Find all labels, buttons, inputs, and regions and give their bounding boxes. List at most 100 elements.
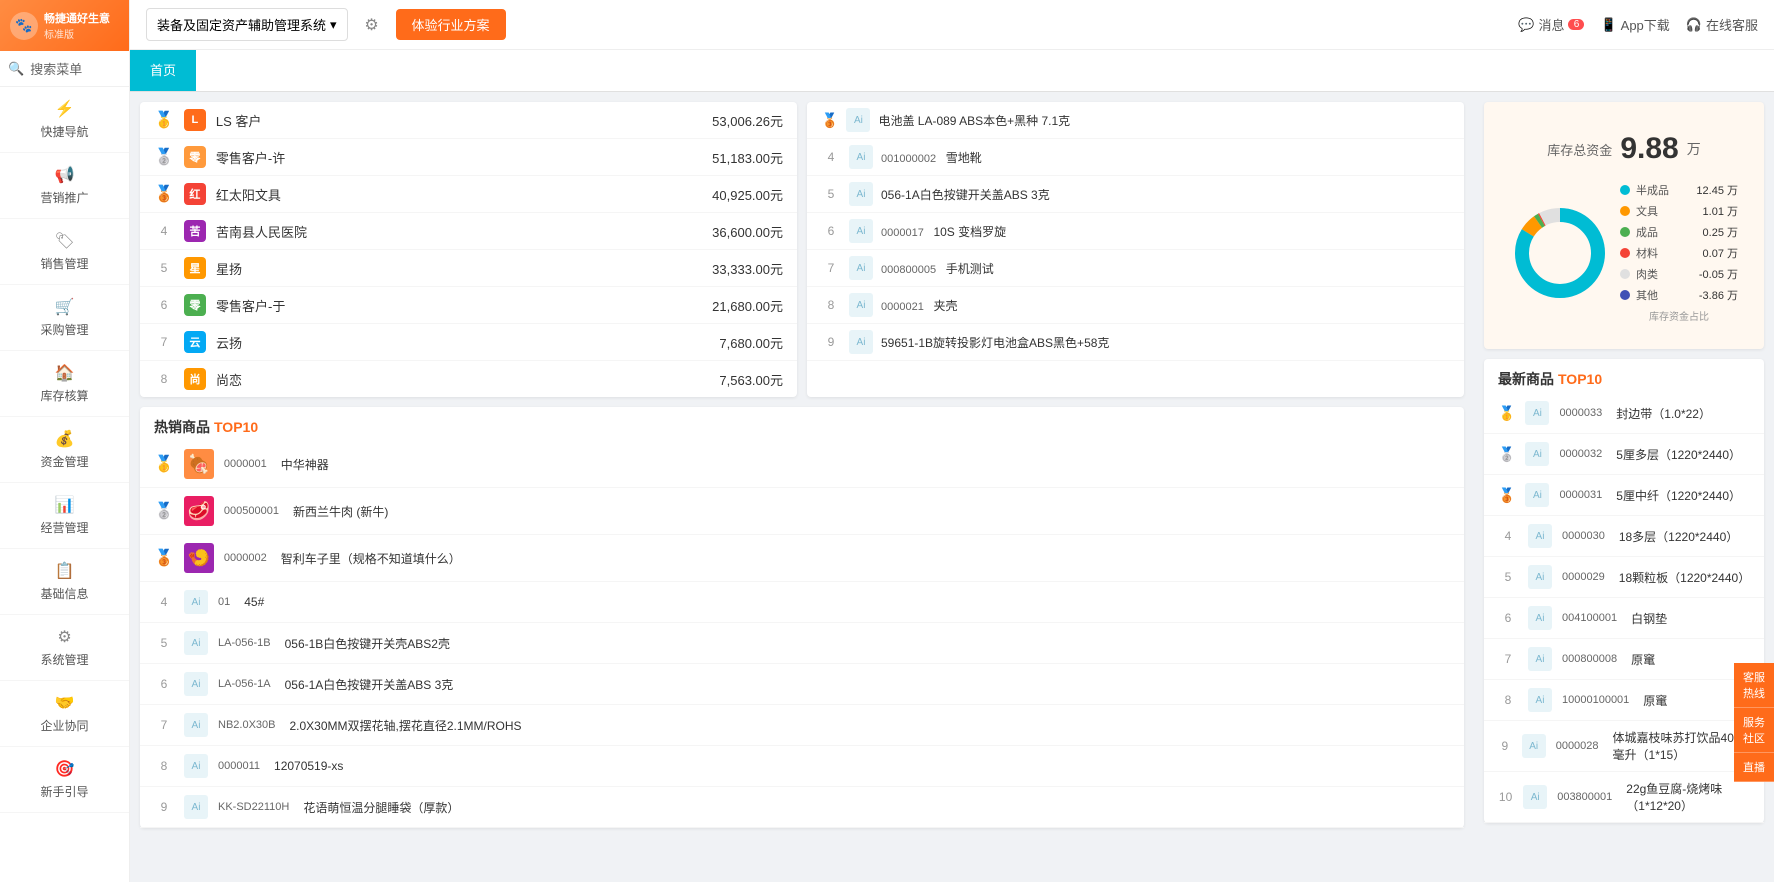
customer-badge: 星 (184, 257, 206, 279)
product-code: 0000001 (224, 458, 267, 470)
donut-chart-container: 半成品 12.45 万 文具 1.01 万 成品 0.25 万 (1500, 172, 1748, 333)
product-row: 5 Ai 056-1A白色按键开关盖ABS 3克 (807, 176, 1464, 213)
experience-button[interactable]: 体验行业方案 (396, 9, 506, 40)
product-name: 056-1B白色按键开关壳ABS2壳 (285, 635, 450, 652)
rank-icon: 🥉 (821, 112, 838, 129)
legend-item-meat: 肉类 -0.05 万 (1620, 266, 1738, 282)
top-customers-card: 🥇 L LS 客户 53,006.26元 🥈 零 零售客户-许 51,183.0… (140, 102, 797, 397)
newest-product-row: 7 Ai 000800008 原竃 (1484, 639, 1764, 680)
newest-product-row: 5 Ai 0000029 18颗粒板（1220*2440） (1484, 557, 1764, 598)
sidebar-item-label: 企业协同 (40, 717, 88, 734)
product-row: 7 Ai 000800005 手机测试 (807, 250, 1464, 287)
legend-color (1620, 227, 1630, 237)
legend-value: 0.07 万 (1703, 245, 1738, 261)
sidebar-item-sales[interactable]: 🏷 销售管理 (0, 219, 129, 285)
logo-icon: 🐾 (10, 12, 38, 40)
customer-name: 苦南县人民医院 (216, 222, 702, 241)
float-btn-service[interactable]: 客服 热线 (1734, 663, 1774, 708)
sidebar-item-collab[interactable]: 🤝 企业协同 (0, 681, 129, 747)
rank-number: 5 (154, 261, 174, 275)
system-selector[interactable]: 装备及固定资产辅助管理系统 ▾ (146, 8, 348, 41)
product-code: NB2.0X30B (218, 719, 275, 731)
rank-medal-icon: 🥉 (154, 548, 174, 568)
hot-product-row: 6 Ai LA-056-1A 056-1A白色按键开关盖ABS 3克 (140, 664, 1464, 705)
product-name: 22g鱼豆腐-烧烤味（1*12*20） (1626, 780, 1750, 814)
product-image: Ai (184, 795, 208, 819)
sidebar-item-label: 库存核算 (40, 387, 88, 404)
product-code: 0000030 (1562, 530, 1605, 542)
customer-name: LS 客户 (216, 111, 702, 130)
sidebar-item-inventory[interactable]: 🏠 库存核算 (0, 351, 129, 417)
quick-nav-icon: ⚡ (55, 99, 75, 119)
product-name: 45# (244, 595, 264, 609)
rank-number: 5 (1498, 570, 1518, 584)
product-name: 花语萌恒温分腿睡袋（厚款） (303, 799, 459, 816)
settings-button[interactable]: ⚙ (358, 11, 386, 39)
sidebar-item-label: 营销推广 (40, 189, 88, 206)
product-info: 000800005 手机测试 (881, 260, 1450, 277)
customer-amount: 36,600.00元 (712, 222, 783, 241)
guide-icon: 🎯 (55, 759, 75, 779)
product-image: Ai (849, 219, 873, 243)
hot-product-row: 9 Ai KK-SD22110H 花语萌恒温分腿睡袋（厚款） (140, 787, 1464, 828)
inventory-footer: 库存资金占比 (1620, 308, 1738, 323)
sidebar-item-basic-info[interactable]: 📋 基础信息 (0, 549, 129, 615)
sidebar-item-finance[interactable]: 💰 资金管理 (0, 417, 129, 483)
product-image: Ai (184, 672, 208, 696)
hot-products-header: 热销商品 TOP10 (140, 407, 1464, 441)
topbar: 装备及固定资产辅助管理系统 ▾ ⚙ 体验行业方案 💬 消息 6 📱 App下载 … (130, 0, 1774, 50)
sidebar-item-operations[interactable]: 📊 经营管理 (0, 483, 129, 549)
logo: 🐾 畅捷通好生意 标准版 (0, 0, 129, 51)
rank-medal-icon: 🥈 (154, 501, 174, 521)
system-name: 装备及固定资产辅助管理系统 (157, 15, 326, 34)
float-btn-live[interactable]: 直播 (1734, 753, 1774, 782)
product-info: 电池盖 LA-089 ABS本色+黑种 7.1克 (878, 112, 1450, 129)
product-code: LA-056-1A (218, 678, 271, 690)
online-service-button[interactable]: 🎧 在线客服 (1686, 15, 1758, 34)
sidebar-item-marketing[interactable]: 📢 营销推广 (0, 153, 129, 219)
sidebar-item-guide[interactable]: 🎯 新手引导 (0, 747, 129, 813)
app-download-button[interactable]: 📱 App下载 (1600, 15, 1669, 34)
legend-value: 1.01 万 (1703, 203, 1738, 219)
product-name: 原竃 (1643, 692, 1667, 709)
inventory-total-card: 库存总资金 9.88 万 (1484, 102, 1764, 349)
product-image: Ai (1525, 442, 1549, 466)
tab-home[interactable]: 首页 (130, 50, 196, 91)
product-row: 4 Ai 001000002 雪地靴 (807, 139, 1464, 176)
sidebar-item-system[interactable]: ⚙ 系统管理 (0, 615, 129, 681)
newest-product-row: 10 Ai 003800001 22g鱼豆腐-烧烤味（1*12*20） (1484, 772, 1764, 823)
sidebar-item-label: 系统管理 (40, 651, 88, 668)
logo-text: 畅捷通好生意 (44, 10, 110, 26)
rank-number: 4 (154, 224, 174, 238)
product-code: 01 (218, 596, 230, 608)
search-menu[interactable]: 🔍 搜索菜单 (0, 51, 129, 87)
rank-number: 7 (154, 718, 174, 732)
content-right: 库存总资金 9.88 万 (1474, 92, 1774, 882)
hot-product-row: 5 Ai LA-056-1B 056-1B白色按键开关壳ABS2壳 (140, 623, 1464, 664)
sales-icon: 🏷 (55, 231, 75, 251)
product-name: 5厘多层（1220*2440） (1616, 446, 1741, 463)
message-button[interactable]: 💬 消息 6 (1518, 15, 1584, 34)
rank-number: 8 (154, 759, 174, 773)
rank-number: 7 (154, 335, 174, 349)
product-row: 8 Ai 0000021 夹壳 (807, 287, 1464, 324)
newest-product-row: 🥈 Ai 0000032 5厘多层（1220*2440） (1484, 434, 1764, 475)
legend-item-material: 材料 0.07 万 (1620, 245, 1738, 261)
sidebar-item-quick-nav[interactable]: ⚡ 快捷导航 (0, 87, 129, 153)
customer-row: 4 苦 苦南县人民医院 36,600.00元 (140, 213, 797, 250)
legend-color (1620, 206, 1630, 216)
hot-product-row: 🥈 🥩 000500001 新西兰牛肉 (新牛) (140, 488, 1464, 535)
float-btn-label: 服务 社区 (1738, 714, 1770, 746)
hot-product-row: 🥉 🍤 0000002 智利车子里（规格不知道填什么） (140, 535, 1464, 582)
product-full: 056-1A白色按键开关盖ABS 3克 (881, 186, 1450, 203)
product-rows: 🥉 Ai 电池盖 LA-089 ABS本色+黑种 7.1克 4 Ai 00100… (807, 102, 1464, 361)
product-photo: 🍤 (184, 543, 214, 573)
sidebar-item-purchase[interactable]: 🛒 采购管理 (0, 285, 129, 351)
rank-number: 4 (1498, 529, 1518, 543)
hot-product-row: 4 Ai 01 45# (140, 582, 1464, 623)
rank-number: 8 (154, 372, 174, 386)
float-btn-community[interactable]: 服务 社区 (1734, 708, 1774, 753)
hot-products-card: 热销商品 TOP10 🥇 🍖 0000001 中华神器 🥈 🥩 00050000… (140, 407, 1464, 828)
product-name: 中华神器 (281, 456, 329, 473)
rank-number: 6 (1498, 611, 1518, 625)
